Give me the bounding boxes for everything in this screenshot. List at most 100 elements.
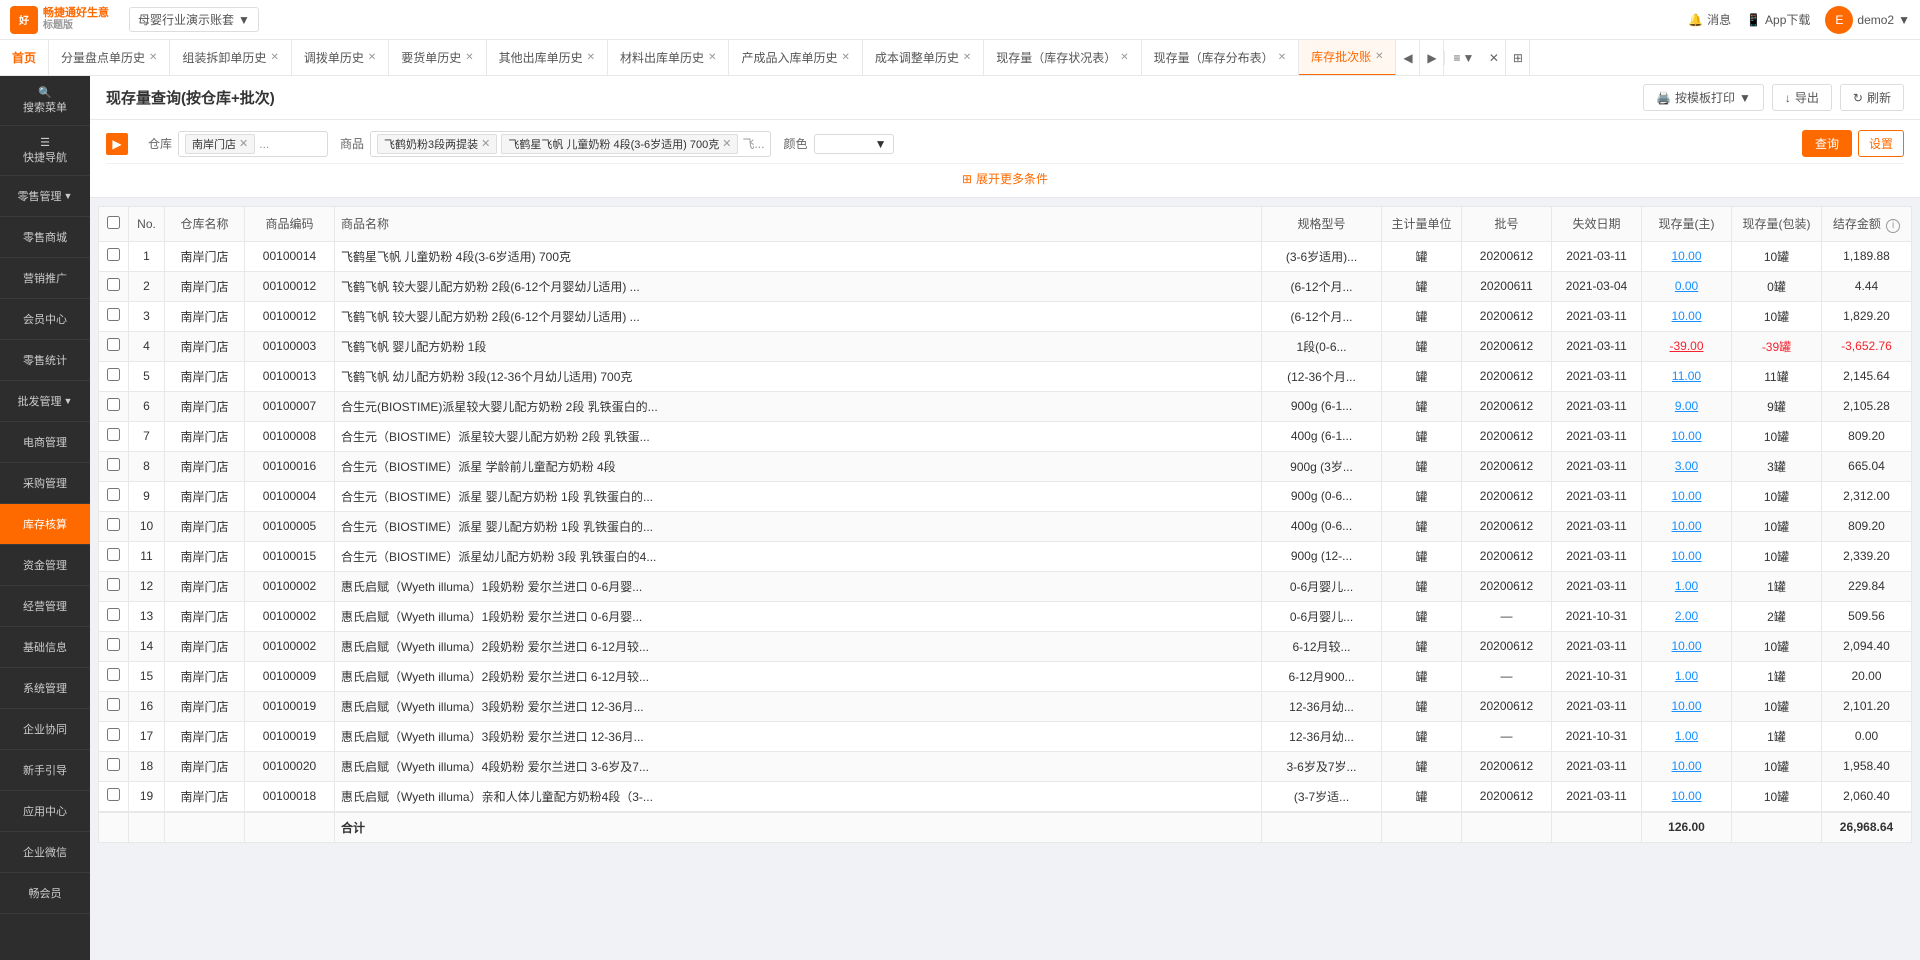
- user-menu[interactable]: E demo2 ▼: [1825, 6, 1910, 34]
- product-tag-1-close[interactable]: ✕: [481, 137, 490, 150]
- sidebar-item-enterprise-collab[interactable]: 企业协同: [0, 709, 90, 750]
- sidebar-item-marketing[interactable]: 营销推广: [0, 258, 90, 299]
- enterprise-selector[interactable]: 母婴行业演示账套 ▼: [129, 7, 259, 32]
- sidebar-item-new-guide[interactable]: 新手引导: [0, 750, 90, 791]
- tab-close-material-out[interactable]: ✕: [708, 52, 716, 63]
- tab-maximize[interactable]: ⊞: [1506, 40, 1530, 76]
- tab-product-in-history[interactable]: 产成品入库单历史 ✕: [729, 40, 862, 76]
- sidebar-item-finance[interactable]: 资金管理: [0, 545, 90, 586]
- cell-checkbox[interactable]: [99, 511, 129, 541]
- cell-checkbox[interactable]: [99, 661, 129, 691]
- tab-close-cost-adjust[interactable]: ✕: [963, 52, 971, 63]
- cell-checkbox[interactable]: [99, 751, 129, 781]
- cell-checkbox[interactable]: [99, 241, 129, 271]
- cell-qty-main[interactable]: 10.00: [1642, 241, 1732, 271]
- cell-checkbox[interactable]: [99, 481, 129, 511]
- refresh-btn[interactable]: ↻ 刷新: [1840, 84, 1904, 111]
- warehouse-tag-group[interactable]: 南岸门店 ✕ ...: [178, 131, 328, 157]
- sidebar-item-member[interactable]: 会员中心: [0, 299, 90, 340]
- cell-checkbox[interactable]: [99, 571, 129, 601]
- settings-btn[interactable]: 设置: [1858, 130, 1904, 157]
- cell-checkbox[interactable]: [99, 781, 129, 812]
- tab-nav-left[interactable]: ◀: [1396, 40, 1420, 76]
- cell-qty-main[interactable]: 10.00: [1642, 301, 1732, 331]
- cell-qty-main[interactable]: 2.00: [1642, 601, 1732, 631]
- tab-close-pickup[interactable]: ✕: [368, 52, 376, 63]
- tab-close-split[interactable]: ✕: [149, 52, 157, 63]
- export-btn[interactable]: ↓ 导出: [1772, 84, 1832, 111]
- cell-checkbox[interactable]: [99, 331, 129, 361]
- tab-close-warehouse-batch[interactable]: ✕: [1375, 51, 1383, 62]
- tab-inventory-distribution[interactable]: 现存量（库存分布表） ✕: [1142, 40, 1299, 76]
- tab-close-inventory-dist[interactable]: ✕: [1278, 52, 1286, 63]
- tab-cost-adjust-history[interactable]: 成本调整单历史 ✕: [863, 40, 984, 76]
- cell-qty-main[interactable]: 3.00: [1642, 451, 1732, 481]
- tab-inventory-status[interactable]: 现存量（库存状况表） ✕: [984, 40, 1141, 76]
- tab-close-requisition[interactable]: ✕: [465, 52, 473, 63]
- tab-close-product-in[interactable]: ✕: [841, 52, 849, 63]
- tab-close-inventory-status[interactable]: ✕: [1120, 52, 1128, 63]
- filter-expand-arrow[interactable]: ▶: [106, 133, 128, 155]
- tab-split-history[interactable]: 分量盘点单历史 ✕: [49, 40, 170, 76]
- cell-checkbox[interactable]: [99, 601, 129, 631]
- cell-checkbox[interactable]: [99, 301, 129, 331]
- warehouse-filter-more[interactable]: ...: [259, 137, 269, 151]
- cell-checkbox[interactable]: [99, 361, 129, 391]
- filter-expand-more[interactable]: ⊞ 展开更多条件: [106, 163, 1904, 187]
- tab-disassemble-history[interactable]: 组装拆卸单历史 ✕: [170, 40, 291, 76]
- cell-qty-main[interactable]: 10.00: [1642, 751, 1732, 781]
- select-all-checkbox[interactable]: [107, 216, 120, 229]
- cell-qty-main[interactable]: 0.00: [1642, 271, 1732, 301]
- sidebar-quick-nav[interactable]: ☰ 快捷导航: [0, 126, 90, 176]
- sidebar-search[interactable]: 🔍 搜索菜单: [0, 76, 90, 126]
- tab-material-out-history[interactable]: 材料出库单历史 ✕: [608, 40, 729, 76]
- print-btn[interactable]: 🖨️ 按模板打印 ▼: [1643, 84, 1764, 111]
- cell-qty-main[interactable]: 10.00: [1642, 421, 1732, 451]
- cell-checkbox[interactable]: [99, 271, 129, 301]
- cell-qty-main[interactable]: 11.00: [1642, 361, 1732, 391]
- tab-warehouse-batch[interactable]: 库存批次账 ✕: [1299, 40, 1396, 76]
- cell-qty-main[interactable]: 9.00: [1642, 391, 1732, 421]
- sidebar-item-ecommerce[interactable]: 电商管理: [0, 422, 90, 463]
- sidebar-item-system[interactable]: 系统管理: [0, 668, 90, 709]
- cell-qty-main[interactable]: 1.00: [1642, 661, 1732, 691]
- cell-qty-main[interactable]: 10.00: [1642, 541, 1732, 571]
- product-tag-2-close[interactable]: ✕: [722, 137, 731, 150]
- cell-qty-main[interactable]: 10.00: [1642, 781, 1732, 812]
- cell-qty-main[interactable]: -39.00: [1642, 331, 1732, 361]
- sidebar-item-retail[interactable]: 零售管理 ▼: [0, 176, 90, 217]
- sidebar-item-app-center[interactable]: 应用中心: [0, 791, 90, 832]
- cell-checkbox[interactable]: [99, 691, 129, 721]
- query-btn[interactable]: 查询: [1802, 130, 1852, 157]
- tab-pickup-history[interactable]: 调拨单历史 ✕: [292, 40, 389, 76]
- tab-close-disassemble[interactable]: ✕: [270, 52, 278, 63]
- message-btn[interactable]: 🔔 消息: [1688, 11, 1731, 28]
- cell-checkbox[interactable]: [99, 721, 129, 751]
- sidebar-item-wholesale[interactable]: 批发管理 ▼: [0, 381, 90, 422]
- tab-close-all[interactable]: ✕: [1482, 40, 1506, 76]
- sidebar-item-inventory[interactable]: 库存核算: [0, 504, 90, 545]
- cell-qty-main[interactable]: 10.00: [1642, 691, 1732, 721]
- color-filter-select[interactable]: ▼: [814, 134, 894, 154]
- app-download-btn[interactable]: 📱 App下载: [1746, 11, 1810, 28]
- warehouse-tag-close[interactable]: ✕: [239, 137, 248, 150]
- tab-close-other-out[interactable]: ✕: [587, 52, 595, 63]
- product-filter-more[interactable]: 飞...: [742, 135, 764, 152]
- cell-checkbox[interactable]: [99, 421, 129, 451]
- balance-info-icon[interactable]: i: [1886, 219, 1900, 233]
- sidebar-item-retail-stats[interactable]: 零售统计: [0, 340, 90, 381]
- col-header-checkbox[interactable]: [99, 207, 129, 242]
- cell-qty-main[interactable]: 10.00: [1642, 631, 1732, 661]
- cell-checkbox[interactable]: [99, 391, 129, 421]
- sidebar-item-enterprise-wechat[interactable]: 企业微信: [0, 832, 90, 873]
- sidebar-item-purchase[interactable]: 采购管理: [0, 463, 90, 504]
- cell-checkbox[interactable]: [99, 541, 129, 571]
- sidebar-item-operations[interactable]: 经营管理: [0, 586, 90, 627]
- tab-home[interactable]: 首页: [0, 40, 49, 76]
- sidebar-item-vip-member[interactable]: 畅会员: [0, 873, 90, 914]
- product-tag-group[interactable]: 飞鹤奶粉3段两提装 ✕ 飞鹤星飞帆 儿童奶粉 4段(3-6岁适用) 700克 ✕…: [370, 131, 771, 157]
- tab-other-out-history[interactable]: 其他出库单历史 ✕: [487, 40, 608, 76]
- cell-checkbox[interactable]: [99, 631, 129, 661]
- sidebar-item-basic[interactable]: 基础信息: [0, 627, 90, 668]
- cell-qty-main[interactable]: 1.00: [1642, 721, 1732, 751]
